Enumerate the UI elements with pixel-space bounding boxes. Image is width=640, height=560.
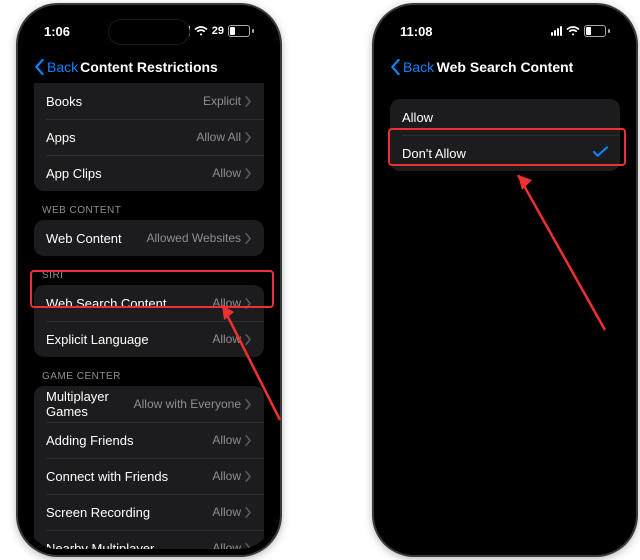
row-connect-with-friends[interactable]: Connect with FriendsAllow (34, 458, 264, 494)
chevron-right-icon (245, 298, 252, 309)
chevron-right-icon (245, 334, 252, 345)
chevron-right-icon (245, 96, 252, 107)
chevron-right-icon (245, 543, 252, 550)
row-apps[interactable]: AppsAllow All (34, 119, 264, 155)
chevron-right-icon (245, 435, 252, 446)
dynamic-island (108, 19, 190, 45)
chevron-right-icon (245, 233, 252, 244)
row-multiplayer-games[interactable]: Multiplayer GamesAllow with Everyone (34, 386, 264, 422)
row-allow[interactable]: Allow (390, 99, 620, 135)
row-app-clips[interactable]: App ClipsAllow (34, 155, 264, 191)
row-web-content[interactable]: Web ContentAllowed Websites (34, 220, 264, 256)
status-time: 11:08 (400, 24, 433, 39)
chevron-left-icon (390, 59, 401, 75)
row-nearby-multiplayer[interactable]: Nearby MultiplayerAllow (34, 530, 264, 549)
group-web: Web ContentAllowed Websites (34, 220, 264, 256)
back-button[interactable]: Back (34, 59, 78, 75)
content-left[interactable]: BooksExplicit AppsAllow All App ClipsAll… (26, 83, 272, 549)
status-indicators (551, 25, 610, 37)
back-button[interactable]: Back (390, 59, 434, 75)
notch (455, 11, 555, 33)
chevron-right-icon (245, 168, 252, 179)
row-dont-allow[interactable]: Don't Allow (390, 135, 620, 171)
battery-icon: 29 (212, 25, 254, 37)
chevron-right-icon (245, 471, 252, 482)
group-options: Allow Don't Allow (390, 99, 620, 171)
screen-right: 11:08 Back Web Search Content Allow Don'… (382, 11, 628, 549)
chevron-right-icon (245, 132, 252, 143)
stage: { "left": { "status": { "time": "1:06", … (0, 0, 640, 560)
row-adding-friends[interactable]: Adding FriendsAllow (34, 422, 264, 458)
section-header-web: WEB CONTENT (26, 191, 272, 220)
phone-right: 11:08 Back Web Search Content Allow Don'… (374, 5, 636, 555)
wifi-icon (194, 26, 208, 37)
section-header-gc: GAME CENTER (26, 357, 272, 386)
section-header-siri: SIRI (26, 256, 272, 285)
screen-left: 1:06 29 Back Content Restrictions BooksE… (26, 11, 272, 549)
status-indicators: 29 (179, 25, 254, 37)
chevron-left-icon (34, 59, 45, 75)
status-time: 1:06 (44, 24, 70, 39)
battery-icon (584, 25, 610, 37)
phone-left: 1:06 29 Back Content Restrictions BooksE… (18, 5, 280, 555)
content-right[interactable]: Allow Don't Allow (382, 83, 628, 549)
back-label: Back (47, 59, 78, 75)
nav-bar: Back Web Search Content (382, 51, 628, 83)
group-gc: Multiplayer GamesAllow with Everyone Add… (34, 386, 264, 549)
chevron-right-icon (245, 399, 252, 410)
back-label: Back (403, 59, 434, 75)
group-top: BooksExplicit AppsAllow All App ClipsAll… (34, 83, 264, 191)
row-screen-recording[interactable]: Screen RecordingAllow (34, 494, 264, 530)
row-explicit-language[interactable]: Explicit LanguageAllow (34, 321, 264, 357)
group-siri: Web Search ContentAllow Explicit Languag… (34, 285, 264, 357)
row-books[interactable]: BooksExplicit (34, 83, 264, 119)
signal-icon (551, 26, 562, 36)
wifi-icon (566, 26, 580, 37)
chevron-right-icon (245, 507, 252, 518)
checkmark-icon (593, 146, 608, 161)
row-web-search-content[interactable]: Web Search ContentAllow (34, 285, 264, 321)
nav-bar: Back Content Restrictions (26, 51, 272, 83)
